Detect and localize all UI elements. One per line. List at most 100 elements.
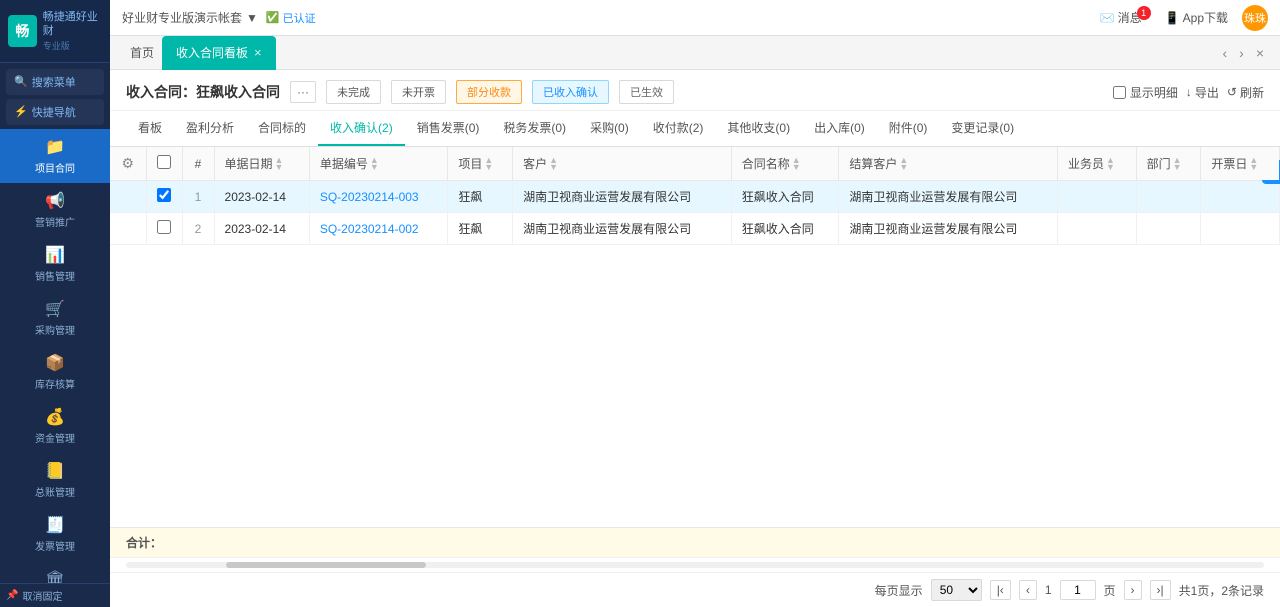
tab-attachment[interactable]: 附件(0) — [877, 111, 940, 146]
sidebar-item-purchase[interactable]: 🛒 采购管理 — [0, 291, 110, 345]
status-confirmed-button[interactable]: 已收入确认 — [532, 80, 609, 104]
inventory-icon: 📦 — [45, 353, 65, 373]
tab-prev-button[interactable]: ‹ — [1218, 43, 1231, 63]
tab-revenue-confirm[interactable]: 收入确认(2) — [318, 111, 405, 146]
marketing-label: 营销推广 — [35, 214, 75, 229]
dropdown-icon: ▼ — [246, 11, 258, 25]
settle-customer-header-label: 结算客户 — [849, 155, 897, 172]
tab-next-button[interactable]: › — [1235, 43, 1248, 63]
department-header-label: 部门 — [1147, 155, 1171, 172]
customer-sort-icon[interactable]: ▲▼ — [549, 157, 558, 170]
sidebar-item-marketing[interactable]: 📢 营销推广 — [0, 183, 110, 237]
message-action[interactable]: ✉️ 消息 1 — [1100, 9, 1151, 26]
tab-sales-invoice[interactable]: 销售发票(0) — [405, 111, 492, 146]
search-icon: 🔍 — [14, 75, 28, 88]
sidebar-logo: 畅 畅捷通好业财 专业版 — [0, 0, 110, 63]
tabbar: 首页 收入合同看板 × ‹ › × — [110, 36, 1280, 70]
quick-nav-button[interactable]: ⚡ 快捷导航 — [6, 99, 104, 125]
row-date-cell: 2023-02-14 — [214, 181, 309, 213]
tab-purchase[interactable]: 采购(0) — [578, 111, 641, 146]
tab-tax-invoice[interactable]: 税务发票(0) — [491, 111, 578, 146]
page-title: 收入合同：狂飙收入合同 — [126, 82, 280, 102]
sidebar-item-general[interactable]: 📒 总账管理 — [0, 453, 110, 507]
tab-close-all-button[interactable]: × — [1252, 43, 1268, 63]
unpin-label: 取消固定 — [22, 588, 62, 603]
date-header: 单据日期▲▼ — [214, 147, 309, 181]
sub-tabs: 看板 盈利分析 合同标的 收入确认(2) 销售发票(0) 税务发票(0) 采购(… — [110, 111, 1280, 147]
sidebar-item-inventory[interactable]: 📦 库存核算 — [0, 345, 110, 399]
sidebar-item-tax[interactable]: 🏛 税务管理 — [0, 561, 110, 583]
company-selector[interactable]: 好业财专业版演示帐套 ▼ — [122, 9, 258, 26]
docno-header-label: 单据编号 — [320, 155, 368, 172]
tab-payment[interactable]: 收付款(2) — [641, 111, 716, 146]
row-open-date-cell — [1201, 213, 1280, 245]
tab-kanban[interactable]: 看板 — [126, 111, 174, 146]
total-label: 合计： — [126, 534, 162, 551]
tab-label: 收入合同看板 — [176, 44, 248, 61]
status-partial-button[interactable]: 部分收款 — [456, 80, 522, 104]
row-project-cell: 狂飙 — [448, 213, 513, 245]
table-footer: 合计： — [110, 527, 1280, 557]
title-name: 狂飙收入合同 — [196, 84, 280, 100]
unpin-button[interactable]: 📌 取消固定 — [0, 583, 110, 607]
select-all-checkbox[interactable] — [157, 155, 171, 169]
status-incomplete-button[interactable]: 未完成 — [326, 80, 381, 104]
display-detail-checkbox[interactable] — [1113, 86, 1126, 99]
row-num-cell: 1 — [182, 181, 214, 213]
page-input[interactable] — [1060, 580, 1096, 600]
sidebar-item-sales[interactable]: 📊 销售管理 — [0, 237, 110, 291]
prev-page-button[interactable]: ‹ — [1019, 580, 1037, 600]
horizontal-scrollbar[interactable] — [110, 557, 1280, 572]
display-detail-checkbox-container[interactable]: 显示明细 — [1113, 84, 1178, 101]
open-date-sort-icon[interactable]: ▲▼ — [1249, 157, 1258, 170]
contract-sort-icon[interactable]: ▲▼ — [792, 157, 801, 170]
avatar[interactable]: 珠珠 — [1242, 5, 1268, 31]
more-button[interactable]: ··· — [290, 81, 316, 103]
sidebar-item-fund[interactable]: 💰 资金管理 — [0, 399, 110, 453]
home-breadcrumb[interactable]: 首页 — [122, 44, 162, 61]
status-not-open-button[interactable]: 未开票 — [391, 80, 446, 104]
refresh-action[interactable]: ↺ 刷新 — [1227, 84, 1264, 101]
sidebar-item-invoice[interactable]: 🧾 发票管理 — [0, 507, 110, 561]
dept-sort-icon[interactable]: ▲▼ — [1173, 157, 1182, 170]
row-checkbox[interactable] — [157, 220, 171, 234]
sales-label: 销售管理 — [35, 268, 75, 283]
settle-sort-icon[interactable]: ▲▼ — [899, 157, 908, 170]
settle-customer-header: 结算客户▲▼ — [839, 147, 1058, 181]
settings-column-header: ⚙ — [110, 147, 146, 181]
doc-no-link[interactable]: SQ-20230214-003 — [320, 190, 419, 204]
next-page-button[interactable]: › — [1124, 580, 1142, 600]
tab-profit[interactable]: 盈利分析 — [174, 111, 246, 146]
date-sort-icon[interactable]: ▲▼ — [275, 157, 284, 170]
tab-other-income[interactable]: 其他收支(0) — [715, 111, 802, 146]
search-menu-button[interactable]: 🔍 搜索菜单 — [6, 69, 104, 95]
scrollbar-thumb[interactable] — [226, 562, 426, 568]
sidebar-item-project[interactable]: 📁 项目合同 — [0, 129, 110, 183]
verified-badge: ✅ 已认证 — [266, 10, 316, 26]
active-tab[interactable]: 收入合同看板 × — [162, 36, 276, 70]
scrollbar-track — [126, 562, 1264, 568]
status-effective-button[interactable]: 已生效 — [619, 80, 674, 104]
tab-change-log[interactable]: 变更记录(0) — [939, 111, 1026, 146]
row-contract-cell: 狂飙收入合同 — [731, 213, 839, 245]
message-icon: ✉️ — [1100, 11, 1115, 25]
invoice-icon: 🧾 — [45, 515, 65, 535]
row-checkbox[interactable] — [157, 188, 171, 202]
export-action[interactable]: ↓ 导出 — [1186, 84, 1219, 101]
tab-close-button[interactable]: × — [254, 45, 262, 60]
docno-sort-icon[interactable]: ▲▼ — [370, 157, 379, 170]
tab-inout[interactable]: 出入库(0) — [802, 111, 877, 146]
verified-text: 已认证 — [283, 10, 316, 26]
row-docno-cell: SQ-20230214-003 — [309, 181, 448, 213]
app-download-action[interactable]: 📱 App下载 — [1165, 9, 1228, 26]
last-page-button[interactable]: ›| — [1150, 580, 1171, 600]
first-page-button[interactable]: |‹ — [990, 580, 1011, 600]
doc-no-link[interactable]: SQ-20230214-002 — [320, 222, 419, 236]
table-row: 2 2023-02-14 SQ-20230214-002 狂飙 湖南卫视商业运营… — [110, 213, 1280, 245]
salesperson-sort-icon[interactable]: ▲▼ — [1106, 157, 1115, 170]
tab-contract-subject[interactable]: 合同标的 — [246, 111, 318, 146]
per-page-select[interactable]: 50 100 200 — [931, 579, 982, 601]
settings-gear-icon[interactable]: ⚙ — [121, 155, 134, 171]
project-sort-icon[interactable]: ▲▼ — [484, 157, 493, 170]
docno-header: 单据编号▲▼ — [309, 147, 448, 181]
